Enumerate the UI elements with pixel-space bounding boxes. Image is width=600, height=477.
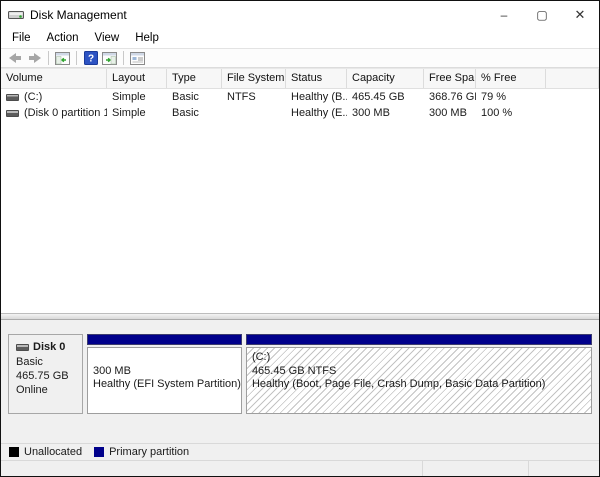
primary-partition-label: Primary partition <box>109 446 189 458</box>
volume-capacity: 300 MB <box>347 105 424 121</box>
volume-layout: Simple <box>107 89 167 105</box>
title-bar: Disk Management – ▢ ✕ <box>1 1 599 28</box>
volume-row-c[interactable]: (C:) Simple Basic NTFS Healthy (B... 465… <box>1 89 599 105</box>
volume-type: Basic <box>167 105 222 121</box>
column-header-status[interactable]: Status <box>286 69 347 88</box>
forward-icon[interactable] <box>25 50 44 67</box>
disk-0-info-panel[interactable]: Disk 0 Basic 465.75 GB Online <box>8 334 83 414</box>
disk-management-app-icon <box>8 9 24 21</box>
legend-bar: Unallocated Primary partition <box>1 443 599 460</box>
unallocated-label: Unallocated <box>24 446 82 458</box>
status-section <box>529 461 599 476</box>
volume-icon <box>6 94 19 101</box>
disk-name: Disk 0 <box>33 340 65 354</box>
volume-row-disk0-partition1[interactable]: (Disk 0 partition 1) Simple Basic Health… <box>1 105 599 121</box>
window-title: Disk Management <box>30 8 127 22</box>
volume-name: (Disk 0 partition 1) <box>24 107 107 119</box>
partition-type-color-bar <box>246 334 592 345</box>
volume-free-space: 300 MB <box>424 105 476 121</box>
partition-efi-body: 300 MB Healthy (EFI System Partition) <box>87 347 242 414</box>
menu-file[interactable]: File <box>4 30 39 46</box>
partition-c-drive[interactable]: (C:) 465.45 GB NTFS Healthy (Boot, Page … <box>246 334 592 414</box>
toolbar: ? <box>1 48 599 68</box>
volume-name: (C:) <box>24 91 42 103</box>
volume-layout: Simple <box>107 105 167 121</box>
volume-file-system <box>222 105 286 121</box>
column-header-file-system[interactable]: File System <box>222 69 286 88</box>
action-pane-icon[interactable] <box>100 50 119 67</box>
volume-list-header: Volume Layout Type File System Status Ca… <box>1 69 599 89</box>
column-header-free-space[interactable]: Free Spa... <box>424 69 476 88</box>
volume-file-system: NTFS <box>222 89 286 105</box>
disk-size: 465.75 GB <box>16 369 82 383</box>
volume-status: Healthy (B... <box>286 89 347 105</box>
partition-label: (C:) <box>252 351 591 365</box>
status-bar <box>1 460 599 476</box>
partition-size: 465.45 GB NTFS <box>252 365 591 379</box>
volume-icon <box>6 110 19 117</box>
toolbar-separator <box>123 51 124 65</box>
disk-status: Online <box>16 383 82 397</box>
svg-text:?: ? <box>87 54 93 65</box>
partition-label <box>93 351 241 365</box>
disk-type: Basic <box>16 355 82 369</box>
disk-0-row: Disk 0 Basic 465.75 GB Online 300 MB Hea… <box>8 334 592 414</box>
menu-action[interactable]: Action <box>39 30 87 46</box>
partition-size: 300 MB <box>93 365 241 379</box>
column-header-type[interactable]: Type <box>167 69 222 88</box>
toolbar-separator <box>76 51 77 65</box>
partitions-strip: 300 MB Healthy (EFI System Partition) (C… <box>87 334 592 414</box>
help-icon[interactable]: ? <box>81 50 100 67</box>
pane-splitter[interactable] <box>1 313 599 320</box>
disk-management-window: Disk Management – ▢ ✕ File Action View H… <box>0 0 600 477</box>
column-header-volume[interactable]: Volume <box>1 69 107 88</box>
volume-list: Volume Layout Type File System Status Ca… <box>1 68 599 313</box>
column-header-layout[interactable]: Layout <box>107 69 167 88</box>
close-button[interactable]: ✕ <box>561 1 599 28</box>
maximize-button[interactable]: ▢ <box>523 1 561 28</box>
volume-type: Basic <box>167 89 222 105</box>
disk-graphical-pane: Disk 0 Basic 465.75 GB Online 300 MB Hea… <box>1 320 599 443</box>
primary-partition-swatch <box>94 447 104 457</box>
menu-bar: File Action View Help <box>1 28 599 48</box>
console-tree-icon[interactable] <box>53 50 72 67</box>
properties-icon[interactable] <box>128 50 147 67</box>
window-controls: – ▢ ✕ <box>485 1 599 28</box>
volume-capacity: 465.45 GB <box>347 89 424 105</box>
partition-status: Healthy (Boot, Page File, Crash Dump, Ba… <box>252 378 591 392</box>
partition-c-body: (C:) 465.45 GB NTFS Healthy (Boot, Page … <box>246 347 592 414</box>
column-header-pct-free[interactable]: % Free <box>476 69 546 88</box>
column-header-filler <box>546 69 599 88</box>
partition-status: Healthy (EFI System Partition) <box>93 378 241 392</box>
volume-free-space: 368.76 GB <box>424 89 476 105</box>
volume-pct-free: 79 % <box>476 89 546 105</box>
volume-list-empty-area <box>1 121 599 313</box>
column-header-capacity[interactable]: Capacity <box>347 69 424 88</box>
partition-type-color-bar <box>87 334 242 345</box>
status-section <box>423 461 529 476</box>
minimize-button[interactable]: – <box>485 1 523 28</box>
menu-view[interactable]: View <box>87 30 128 46</box>
volume-status: Healthy (E... <box>286 105 347 121</box>
partition-efi-system[interactable]: 300 MB Healthy (EFI System Partition) <box>87 334 242 414</box>
volume-pct-free: 100 % <box>476 105 546 121</box>
disk-icon <box>16 344 29 351</box>
status-section <box>1 461 423 476</box>
unallocated-swatch <box>9 447 19 457</box>
back-icon[interactable] <box>6 50 25 67</box>
toolbar-separator <box>48 51 49 65</box>
menu-help[interactable]: Help <box>127 30 167 46</box>
